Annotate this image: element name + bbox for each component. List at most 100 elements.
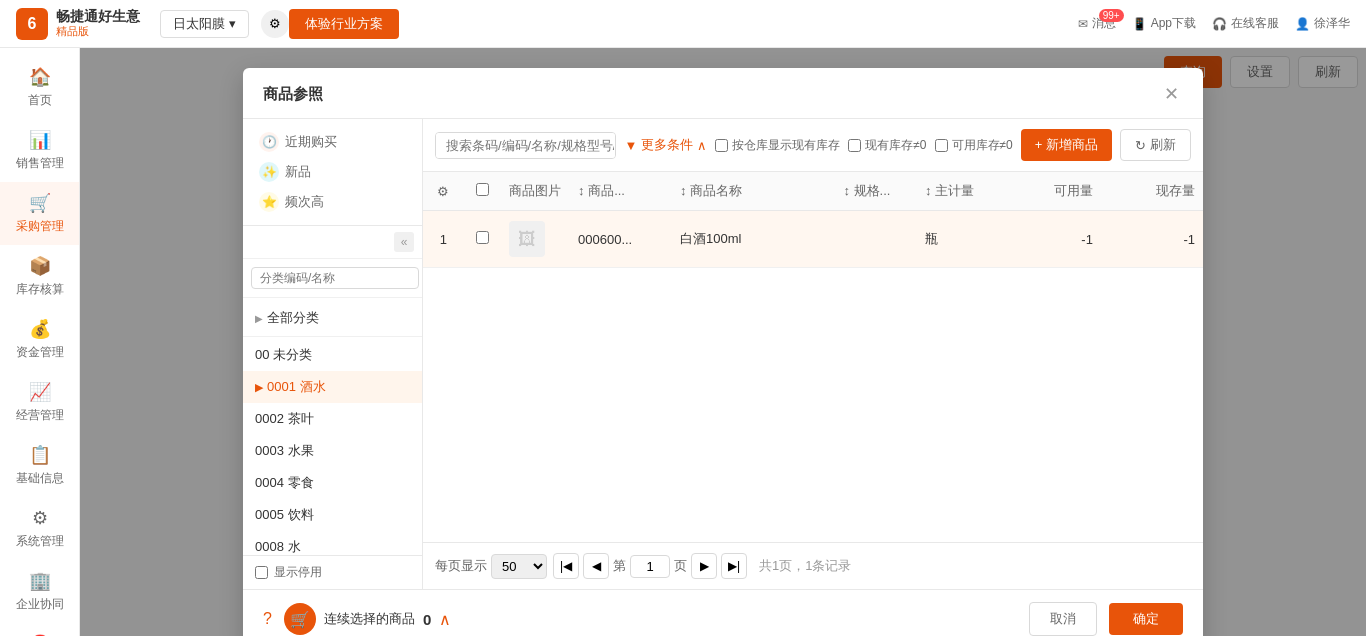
sidebar-item-label: 基础信息: [16, 470, 64, 487]
collapse-panel-button[interactable]: «: [394, 232, 414, 252]
category-item-0002[interactable]: 0002 茶叶: [243, 403, 422, 435]
arrow-icon: ▶: [255, 313, 263, 324]
th-stock-label: 现存量: [1156, 183, 1195, 198]
sidebar-item-base[interactable]: 📋 基础信息: [0, 434, 79, 497]
th-spec-label: 规格...: [854, 183, 891, 198]
sidebar-item-home[interactable]: 🏠 首页: [0, 56, 79, 119]
online-service-action[interactable]: 🎧 在线客服: [1212, 15, 1279, 32]
next-page-button[interactable]: ▶: [691, 553, 717, 579]
more-conditions-button[interactable]: ▼ 更多条件 ∧: [624, 136, 707, 154]
table-row[interactable]: 1 🖼 000600...: [423, 211, 1203, 268]
sort-icon: ↕: [843, 183, 850, 198]
th-unit[interactable]: ↕ 主计量: [917, 172, 999, 211]
category-item-0003[interactable]: 0003 水果: [243, 435, 422, 467]
row-checkbox[interactable]: [464, 211, 501, 268]
header-actions: ✉ 消息 99+ 📱 App下载 🎧 在线客服 👤 徐泽华: [1078, 15, 1350, 32]
th-img: 商品图片: [501, 172, 570, 211]
modal-header: 商品参照 ✕: [243, 68, 1203, 119]
collapse-row: «: [243, 226, 422, 259]
check-by-warehouse[interactable]: 按仓库显示现有库存: [715, 137, 840, 154]
sidebar-item-enterprise[interactable]: 🏢 企业协同: [0, 560, 79, 623]
filter-recent[interactable]: 🕐 近期购买: [251, 127, 414, 157]
user-profile[interactable]: 👤 徐泽华: [1295, 15, 1350, 32]
th-code[interactable]: ↕ 商品...: [570, 172, 672, 211]
th-code-label: 商品...: [588, 183, 625, 198]
product-search-input[interactable]: [436, 133, 616, 158]
modal-close-button[interactable]: ✕: [1159, 82, 1183, 106]
sidebar-item-guide[interactable]: 🎯 新手引导: [0, 623, 79, 636]
sidebar-item-label: 销售管理: [16, 155, 64, 172]
try-industry-button[interactable]: 体验行业方案: [289, 9, 399, 39]
sidebar: 🏠 首页 📊 销售管理 🛒 采购管理 📦 库存核算 💰 资金管理 📈 经营管理 …: [0, 48, 80, 636]
last-page-button[interactable]: ▶|: [721, 553, 747, 579]
app-download-action[interactable]: 📱 App下载: [1132, 15, 1196, 32]
sidebar-item-purchase[interactable]: 🛒 采购管理: [0, 182, 79, 245]
username-label: 徐泽华: [1314, 15, 1350, 32]
row-select-checkbox[interactable]: [476, 231, 489, 244]
category-item-0005[interactable]: 0005 饮料: [243, 499, 422, 531]
filter-frequent[interactable]: ⭐ 频次高: [251, 187, 414, 217]
check-available-stock[interactable]: 可用库存≠0: [935, 137, 1013, 154]
sidebar-item-label: 库存核算: [16, 281, 64, 298]
message-icon: ✉: [1078, 17, 1088, 31]
select-all-checkbox[interactable]: [476, 183, 489, 196]
collapse-cart-icon[interactable]: ∧: [439, 610, 451, 629]
add-product-button[interactable]: + 新增商品: [1021, 129, 1112, 161]
total-info: 共1页，1条记录: [759, 557, 851, 575]
first-page-button[interactable]: |◀: [553, 553, 579, 579]
by-warehouse-checkbox[interactable]: [715, 139, 728, 152]
confirm-button[interactable]: 确定: [1109, 603, 1183, 635]
filter-frequent-label: 频次高: [285, 193, 324, 211]
category-item-0001[interactable]: ▶ 0001 酒水: [243, 371, 422, 403]
product-panel: 🔍 ▼ 更多条件 ∧ 按仓库显示现有库存: [423, 119, 1203, 589]
category-panel: 🕐 近期购买 ✨ 新品 ⭐ 频次高: [243, 119, 423, 589]
sidebar-item-inventory[interactable]: 📦 库存核算: [0, 245, 79, 308]
category-item-00[interactable]: 00 未分类: [243, 339, 422, 371]
chevron-up-icon: ∧: [697, 138, 707, 153]
th-unit-label: 主计量: [935, 183, 974, 198]
available-stock-checkbox[interactable]: [935, 139, 948, 152]
help-icon[interactable]: ?: [263, 610, 272, 628]
category-item-0004[interactable]: 0004 零食: [243, 467, 422, 499]
row-img: 🖼: [501, 211, 570, 268]
messages-action[interactable]: ✉ 消息 99+: [1078, 15, 1116, 32]
store-name: 日太阳膜: [173, 15, 225, 33]
chevron-down-icon: ▾: [229, 16, 236, 31]
settings-icon[interactable]: ⚙: [437, 184, 449, 199]
brand-info: 畅捷通好生意 精品版: [56, 8, 140, 40]
category-search: 🔍: [243, 259, 422, 298]
category-search-input[interactable]: [251, 267, 419, 289]
category-label: 0004 零食: [255, 474, 314, 492]
refresh-button[interactable]: ↻ 刷新: [1120, 129, 1191, 161]
category-item-0008[interactable]: 0008 水: [243, 531, 422, 555]
current-stock-checkbox[interactable]: [848, 139, 861, 152]
filter-new[interactable]: ✨ 新品: [251, 157, 414, 187]
sidebar-item-label: 首页: [28, 92, 52, 109]
category-item-all[interactable]: ▶ 全部分类: [243, 302, 422, 334]
store-selector[interactable]: 日太阳膜 ▾: [160, 10, 249, 38]
sidebar-item-finance[interactable]: 💰 资金管理: [0, 308, 79, 371]
prev-page-button[interactable]: ◀: [583, 553, 609, 579]
more-conditions-label: 更多条件: [641, 136, 693, 154]
page-size-select[interactable]: 10 20 50 100: [491, 554, 547, 579]
sidebar-item-sales[interactable]: 📊 销售管理: [0, 119, 79, 182]
display-disabled-label: 显示停用: [274, 564, 322, 581]
sidebar-item-system[interactable]: ⚙ 系统管理: [0, 497, 79, 560]
th-checkbox: [464, 172, 501, 211]
th-name[interactable]: ↕ 商品名称: [672, 172, 835, 211]
current-page-input[interactable]: [630, 555, 670, 578]
messages-badge: 99+: [1099, 9, 1124, 22]
cart-icon[interactable]: 🛒: [284, 603, 316, 635]
filter-new-label: 新品: [285, 163, 311, 181]
available-stock-label: 可用库存≠0: [952, 137, 1013, 154]
check-current-stock[interactable]: 现有库存≠0: [848, 137, 926, 154]
recent-icon: 🕐: [259, 132, 279, 152]
settings-icon[interactable]: ⚙: [261, 10, 289, 38]
modal-title: 商品参照: [263, 85, 323, 104]
th-spec[interactable]: ↕ 规格...: [835, 172, 917, 211]
page-suffix: 页: [674, 557, 687, 575]
category-label: 0001 酒水: [267, 378, 326, 396]
cancel-button[interactable]: 取消: [1029, 602, 1097, 636]
sidebar-item-operation[interactable]: 📈 经营管理: [0, 371, 79, 434]
display-disabled-checkbox[interactable]: [255, 566, 268, 579]
